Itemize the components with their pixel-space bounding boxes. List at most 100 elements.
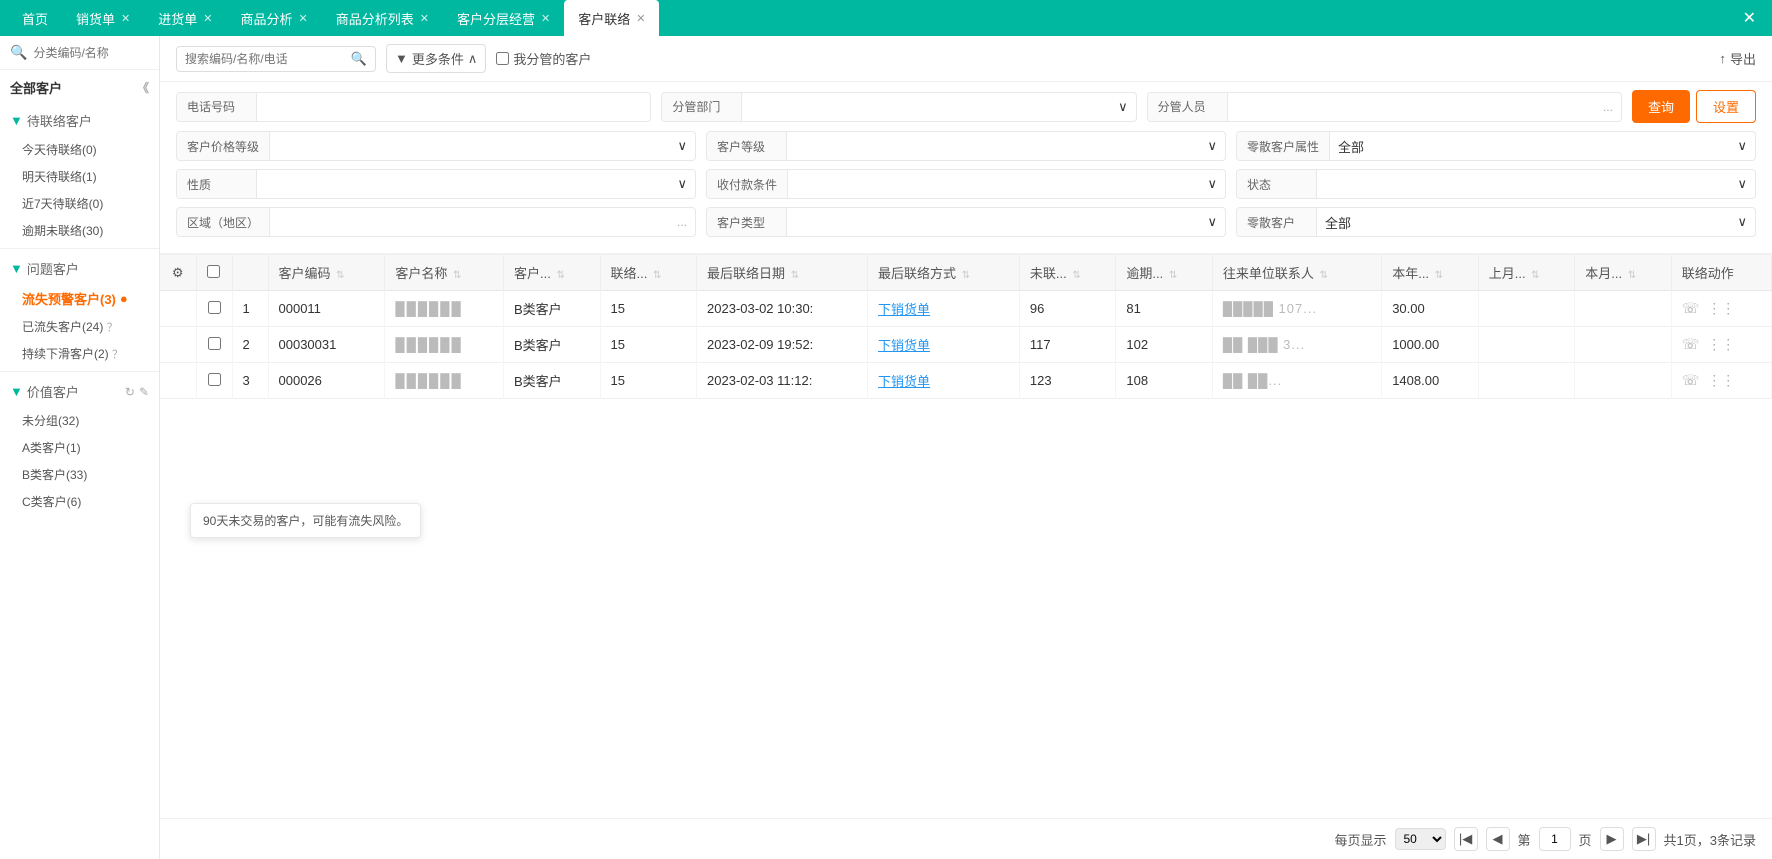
grade-chevron-icon: ∨ (1207, 138, 1217, 154)
sidebar-item-churn-warning[interactable]: 流失预警客户(3) ● (0, 284, 159, 313)
first-page-btn[interactable]: |◀ (1454, 827, 1478, 851)
filter-field-region: 区域（地区） ... (176, 207, 696, 237)
status-select[interactable]: ∨ (1317, 176, 1755, 192)
tab-analysis-list[interactable]: 商品分析列表 ✕ (322, 0, 443, 36)
next-page-btn[interactable]: ▶ (1600, 827, 1624, 851)
td-settings-2 (160, 363, 196, 399)
filter-bar-right: ↑ 导出 (1719, 49, 1756, 68)
tab-close-sales[interactable]: ✕ (121, 12, 130, 25)
td-last-contact-way-2: 下销货单 (868, 363, 1020, 399)
sidebar-item-a-class[interactable]: A类客户(1) (0, 434, 159, 461)
sidebar-item-today[interactable]: 今天待联络(0) (0, 136, 159, 163)
td-code-2: 000026 (268, 363, 385, 399)
filter-field-customer-type: 客户类型 ∨ (706, 207, 1226, 237)
tab-sales[interactable]: 销货单 ✕ (62, 0, 144, 36)
th-name[interactable]: 客户名称 ⇅ (385, 255, 504, 291)
select-all-checkbox[interactable] (207, 265, 220, 278)
th-last-month[interactable]: 上月... ⇅ (1478, 255, 1575, 291)
grade-select[interactable]: ∨ (787, 138, 1225, 154)
dept-select[interactable]: ∨ (742, 99, 1135, 115)
th-this-year[interactable]: 本年... ⇅ (1382, 255, 1479, 291)
window-close-btn[interactable]: ✕ (1735, 8, 1764, 28)
tab-close-customer-contact[interactable]: ✕ (636, 12, 645, 25)
filter-search-icon[interactable]: 🔍 (351, 51, 367, 67)
payment-select[interactable]: ∨ (788, 176, 1225, 192)
sidebar-search-area: 🔍 (0, 36, 159, 70)
per-page-label: 每页显示 (1334, 830, 1386, 849)
sidebar-group-problem[interactable]: ▼ 问题客户 (0, 253, 159, 284)
th-code[interactable]: 客户编码 ⇅ (268, 255, 385, 291)
filter-search-input[interactable] (185, 52, 345, 66)
tab-customer-contact[interactable]: 客户联络 ✕ (564, 0, 659, 36)
sidebar-item-week[interactable]: 近7天待联络(0) (0, 190, 159, 217)
tab-close-analysis-list[interactable]: ✕ (420, 12, 429, 25)
sidebar-item-overdue-contact[interactable]: 逾期未联络(30) (0, 217, 159, 244)
th-contact[interactable]: 联络... ⇅ (600, 255, 697, 291)
sidebar-all-customers-header[interactable]: 全部客户 《 (0, 70, 159, 105)
region-dots-btn[interactable]: ... (669, 215, 695, 229)
th-uncontact[interactable]: 未联... ⇅ (1019, 255, 1116, 291)
sidebar-item-c-class[interactable]: C类客户(6) (0, 488, 159, 515)
th-company-contact[interactable]: 往来单位联系人 ⇅ (1212, 255, 1381, 291)
page-input[interactable] (1539, 827, 1571, 851)
sidebar-item-declining[interactable]: 持续下滑客户(2) ？ (0, 340, 159, 367)
row-checkbox-1[interactable] (208, 337, 221, 350)
td-uncontact-2: 123 (1019, 363, 1116, 399)
sidebar: 🔍 全部客户 《 ▼ 待联络客户 今天待联络(0) 明天待联络(1) 近7天待联… (0, 36, 160, 859)
person-input[interactable] (1228, 93, 1595, 121)
th-type[interactable]: 客户... ⇅ (504, 255, 601, 291)
phone-input[interactable] (257, 93, 650, 121)
action-call-icon-0[interactable]: ☏ (1682, 300, 1700, 317)
value-edit-icon[interactable]: ✎ (139, 385, 149, 399)
tab-close-customer-seg[interactable]: ✕ (541, 12, 550, 25)
sidebar-item-tomorrow[interactable]: 明天待联络(1) (0, 163, 159, 190)
tab-purchase[interactable]: 进货单 ✕ (144, 0, 226, 36)
action-call-icon-1[interactable]: ☏ (1682, 336, 1700, 353)
price-level-select[interactable]: ∨ (270, 138, 695, 154)
my-customers-checkbox-label[interactable]: 我分管的客户 (496, 49, 591, 68)
td-name-1: ██████ (385, 327, 504, 363)
action-more-icon-1[interactable]: ⋮⋮ (1707, 336, 1735, 353)
tab-close-purchase[interactable]: ✕ (203, 12, 212, 25)
sidebar-item-unsorted[interactable]: 未分组(32) (0, 407, 159, 434)
th-last-contact-date[interactable]: 最后联络日期 ⇅ (697, 255, 868, 291)
nature-select[interactable]: ∨ (257, 176, 695, 192)
sidebar-search-input[interactable] (33, 46, 160, 60)
tab-analysis[interactable]: 商品分析 ✕ (226, 0, 321, 36)
th-this-month[interactable]: 本月... ⇅ (1575, 255, 1672, 291)
td-checkbox-2 (196, 363, 232, 399)
last-page-btn[interactable]: ▶| (1632, 827, 1656, 851)
advanced-filter: 电话号码 分管部门 ∨ 分管人员 ... 查询 设置 (160, 82, 1772, 255)
value-refresh-icon[interactable]: ↻ (125, 385, 135, 399)
sidebar-group-pending[interactable]: ▼ 待联络客户 (0, 105, 159, 136)
customer-type-select[interactable]: ∨ (787, 214, 1225, 230)
row-checkbox-0[interactable] (208, 301, 221, 314)
sidebar-item-b-class[interactable]: B类客户(33) (0, 461, 159, 488)
th-last-contact-way[interactable]: 最后联络方式 ⇅ (868, 255, 1020, 291)
setting-button[interactable]: 设置 (1696, 90, 1756, 123)
person-dots-btn[interactable]: ... (1595, 100, 1621, 114)
zero-customer-select[interactable]: 全部 ∨ (1317, 213, 1755, 232)
sidebar-group-value[interactable]: ▼ 价值客户 ↻ ✎ (0, 376, 159, 407)
per-page-select[interactable]: 50 100 200 (1395, 828, 1446, 850)
tab-customer-seg[interactable]: 客户分层经营 ✕ (443, 0, 564, 36)
tab-close-analysis[interactable]: ✕ (299, 12, 308, 25)
action-call-icon-2[interactable]: ☏ (1682, 372, 1700, 389)
prev-page-btn[interactable]: ◀ (1486, 827, 1510, 851)
query-button[interactable]: 查询 (1632, 90, 1690, 123)
th-actions: 联络动作 (1671, 255, 1771, 291)
action-more-icon-2[interactable]: ⋮⋮ (1707, 372, 1735, 389)
filter-more-btn[interactable]: ▼ 更多条件 ∧ (386, 44, 486, 73)
filter-search-box: 🔍 (176, 46, 376, 72)
td-name-2: ██████ (385, 363, 504, 399)
tab-home[interactable]: 首页 (8, 0, 62, 36)
th-overdue[interactable]: 逾期... ⇅ (1116, 255, 1213, 291)
sidebar-collapse-btn[interactable]: 《 (137, 79, 149, 96)
action-more-icon-0[interactable]: ⋮⋮ (1707, 300, 1735, 317)
row-checkbox-2[interactable] (208, 373, 221, 386)
sidebar-item-churned[interactable]: 已流失客户(24) ？ (0, 313, 159, 340)
th-settings[interactable]: ⚙ (160, 255, 196, 291)
my-customers-checkbox[interactable] (496, 52, 509, 65)
zero-attr-select[interactable]: 全部 ∨ (1330, 137, 1755, 156)
export-btn[interactable]: ↑ 导出 (1719, 49, 1756, 68)
